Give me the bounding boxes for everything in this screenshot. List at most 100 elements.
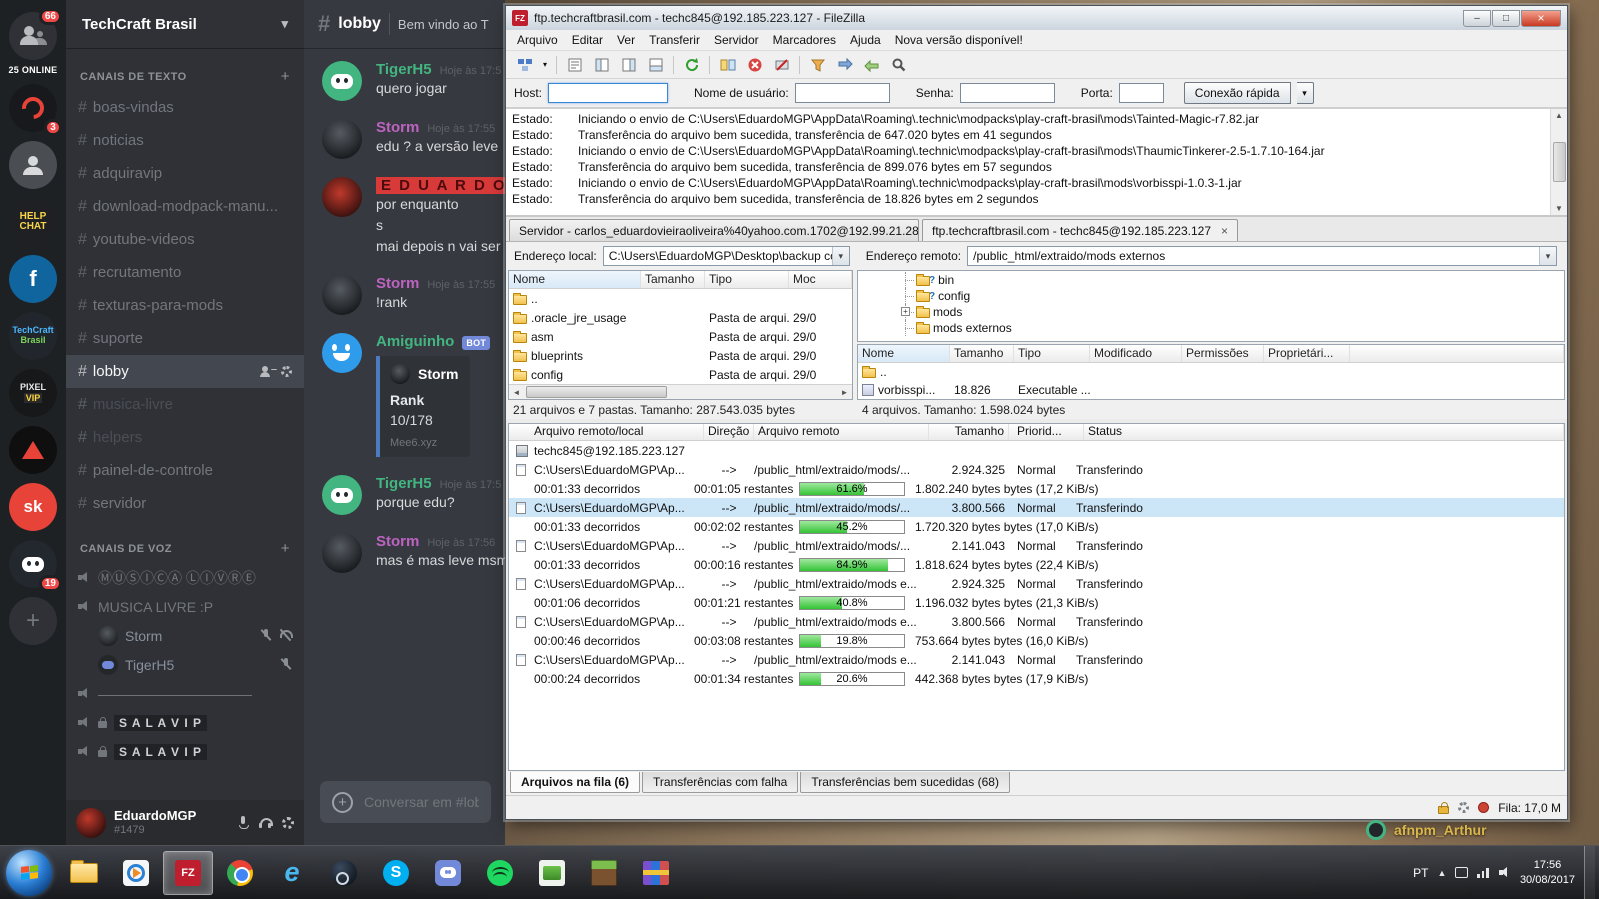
filter-icon[interactable] — [805, 53, 830, 76]
voice-channel-item[interactable]: ——————————— — [66, 679, 304, 708]
menu-item[interactable]: Marcadores — [766, 31, 843, 49]
directory-comparison-icon[interactable] — [715, 53, 740, 76]
queue-tab[interactable]: Transferências bem sucedidas (68) — [800, 772, 1010, 793]
channel-item[interactable]: # lobby — [66, 355, 304, 388]
message-input[interactable]: + Conversar em #lobby — [320, 781, 491, 823]
password-input[interactable] — [959, 83, 1055, 103]
avatar[interactable] — [322, 475, 362, 515]
secure-connection-icon[interactable] — [1438, 801, 1450, 814]
mic-icon[interactable] — [238, 815, 249, 830]
scrollbar-thumb[interactable] — [1552, 142, 1566, 182]
menu-item[interactable]: Ver — [610, 31, 642, 49]
refresh-icon[interactable] — [679, 53, 704, 76]
channel-item[interactable]: # painel-de-controle — [66, 454, 304, 487]
network-icon[interactable] — [1477, 867, 1490, 878]
toggle-remote-tree-icon[interactable] — [616, 53, 641, 76]
host-input[interactable] — [548, 83, 669, 103]
settings-icon[interactable] — [1458, 802, 1470, 813]
local-file-row[interactable]: .. — [509, 289, 852, 308]
toolbar-dropdown-icon[interactable]: ▾ — [539, 53, 551, 76]
channel-item[interactable]: # helpers — [66, 421, 304, 454]
message-author[interactable]: Amiguinho — [376, 333, 454, 350]
taskbar-chrome[interactable] — [215, 851, 265, 895]
disconnect-icon[interactable] — [769, 53, 794, 76]
column-header[interactable]: Tamanho — [929, 424, 1009, 440]
action-center-icon[interactable] — [1455, 867, 1469, 878]
user-avatar[interactable] — [76, 807, 106, 838]
minimize-button[interactable]: – — [1463, 9, 1491, 27]
toggle-log-icon[interactable] — [562, 53, 587, 76]
voice-user-tigerh5[interactable]: TigerH5 — [66, 650, 304, 679]
avatar[interactable] — [322, 177, 362, 217]
column-header[interactable]: Moc — [789, 271, 852, 288]
server-icon-pixel-vip[interactable]: PIXEL VIP — [9, 369, 57, 417]
taskbar-spotify[interactable] — [475, 851, 525, 895]
queue-item[interactable]: C:\Users\EduardoMGP\Ap... --> /public_ht… — [509, 650, 1564, 688]
column-header[interactable]: Priorid... — [1009, 424, 1084, 440]
port-input[interactable] — [1118, 83, 1164, 103]
remote-tree-item[interactable]: + ? mods — [858, 304, 1564, 320]
queue-item[interactable]: C:\Users\EduardoMGP\Ap... --> /public_ht… — [509, 460, 1564, 498]
message-author[interactable]: E D U A R D O M — [376, 177, 505, 194]
scrollbar-thumb[interactable] — [526, 386, 667, 398]
taskbar-windows-explorer[interactable] — [59, 851, 109, 895]
server-icon-avatar[interactable] — [9, 141, 57, 189]
create-channel-button[interactable]: + — [281, 68, 290, 85]
column-header[interactable]: Tipo — [1014, 345, 1090, 362]
taskbar-skype[interactable]: S — [371, 851, 421, 895]
channel-item[interactable]: # download-modpack-manu... — [66, 190, 304, 223]
channel-item[interactable]: # youtube-videos — [66, 223, 304, 256]
hidden-icons-chevron[interactable]: ▲ — [1438, 868, 1447, 878]
local-file-row[interactable]: blueprints Pasta de arqui... 29/0 — [509, 346, 852, 365]
start-button[interactable] — [6, 849, 52, 896]
column-header[interactable]: Nome — [858, 345, 950, 362]
remote-file-row[interactable]: .. — [858, 363, 1564, 381]
column-header[interactable]: Permissões — [1182, 345, 1264, 362]
remote-tree-item[interactable]: + ? mods externos — [858, 320, 1564, 336]
create-voice-channel-button[interactable]: + — [281, 540, 290, 557]
server-icon-sk[interactable]: sk — [9, 483, 57, 531]
sync-browse-icon[interactable] — [859, 53, 884, 76]
avatar[interactable] — [322, 333, 362, 373]
status-indicator-icon[interactable] — [1478, 802, 1490, 813]
column-header[interactable]: Status — [1084, 424, 1564, 440]
avatar[interactable] — [322, 119, 362, 159]
server-icon-f[interactable]: f — [9, 255, 57, 303]
message-author[interactable]: Storm — [376, 119, 419, 136]
server-tab[interactable]: Servidor - carlos_eduardovieiraoliveira%… — [509, 219, 919, 241]
taskbar-filezilla[interactable]: FZ — [163, 850, 213, 895]
voice-channel-sala-vip[interactable]: S A L A V I P — [66, 737, 304, 766]
local-file-row[interactable]: config Pasta de arqui... 29/0 — [509, 365, 852, 384]
close-tab-icon[interactable]: × — [1221, 224, 1228, 238]
column-header[interactable]: Nome — [509, 271, 641, 288]
maximize-button[interactable]: □ — [1492, 9, 1520, 27]
voice-channel-sala-vip[interactable]: S A L A V I P — [66, 708, 304, 737]
voice-channel-item[interactable]: MUSICA LIVRE :P — [66, 592, 304, 621]
channel-settings-icon[interactable] — [281, 366, 292, 377]
channel-item[interactable]: # suporte — [66, 322, 304, 355]
taskbar-steam[interactable] — [319, 851, 369, 895]
taskbar-launcher[interactable] — [527, 851, 577, 895]
show-desktop-button[interactable] — [1584, 846, 1595, 899]
column-header[interactable]: Tipo — [705, 271, 789, 288]
voice-channel-item[interactable]: ⓂⓊⓈⒾⒸⒶ ⓁⒾⓋⓇⒺ — [66, 563, 304, 592]
scroll-down-icon[interactable]: ▼ — [1555, 204, 1563, 213]
channel-item[interactable]: # noticias — [66, 124, 304, 157]
remote-tree-item[interactable]: + ? bin — [858, 272, 1564, 288]
queue-item[interactable]: C:\Users\EduardoMGP\Ap... --> /public_ht… — [509, 574, 1564, 612]
taskbar-internet-explorer[interactable]: e — [267, 851, 317, 895]
taskbar-clock[interactable]: 17:56 30/08/2017 — [1520, 858, 1575, 888]
horizontal-scrollbar[interactable]: ◄ ► — [509, 384, 852, 399]
server-icon-help-chat[interactable]: HELP CHAT — [9, 198, 57, 246]
menu-item[interactable]: Transferir — [642, 31, 707, 49]
channel-item[interactable]: # recrutamento — [66, 256, 304, 289]
avatar[interactable] — [322, 275, 362, 315]
column-header[interactable]: Tamanho — [641, 271, 705, 288]
column-header[interactable]: Direção — [704, 424, 754, 440]
queue-item[interactable]: C:\Users\EduardoMGP\Ap... --> /public_ht… — [509, 536, 1564, 574]
message-author[interactable]: TigerH5 — [376, 475, 432, 492]
message-author[interactable]: Storm — [376, 275, 419, 292]
queue-item[interactable]: C:\Users\EduardoMGP\Ap... --> /public_ht… — [509, 612, 1564, 650]
queue-tab[interactable]: Arquivos na fila (6) — [510, 772, 641, 793]
avatar[interactable] — [322, 533, 362, 573]
